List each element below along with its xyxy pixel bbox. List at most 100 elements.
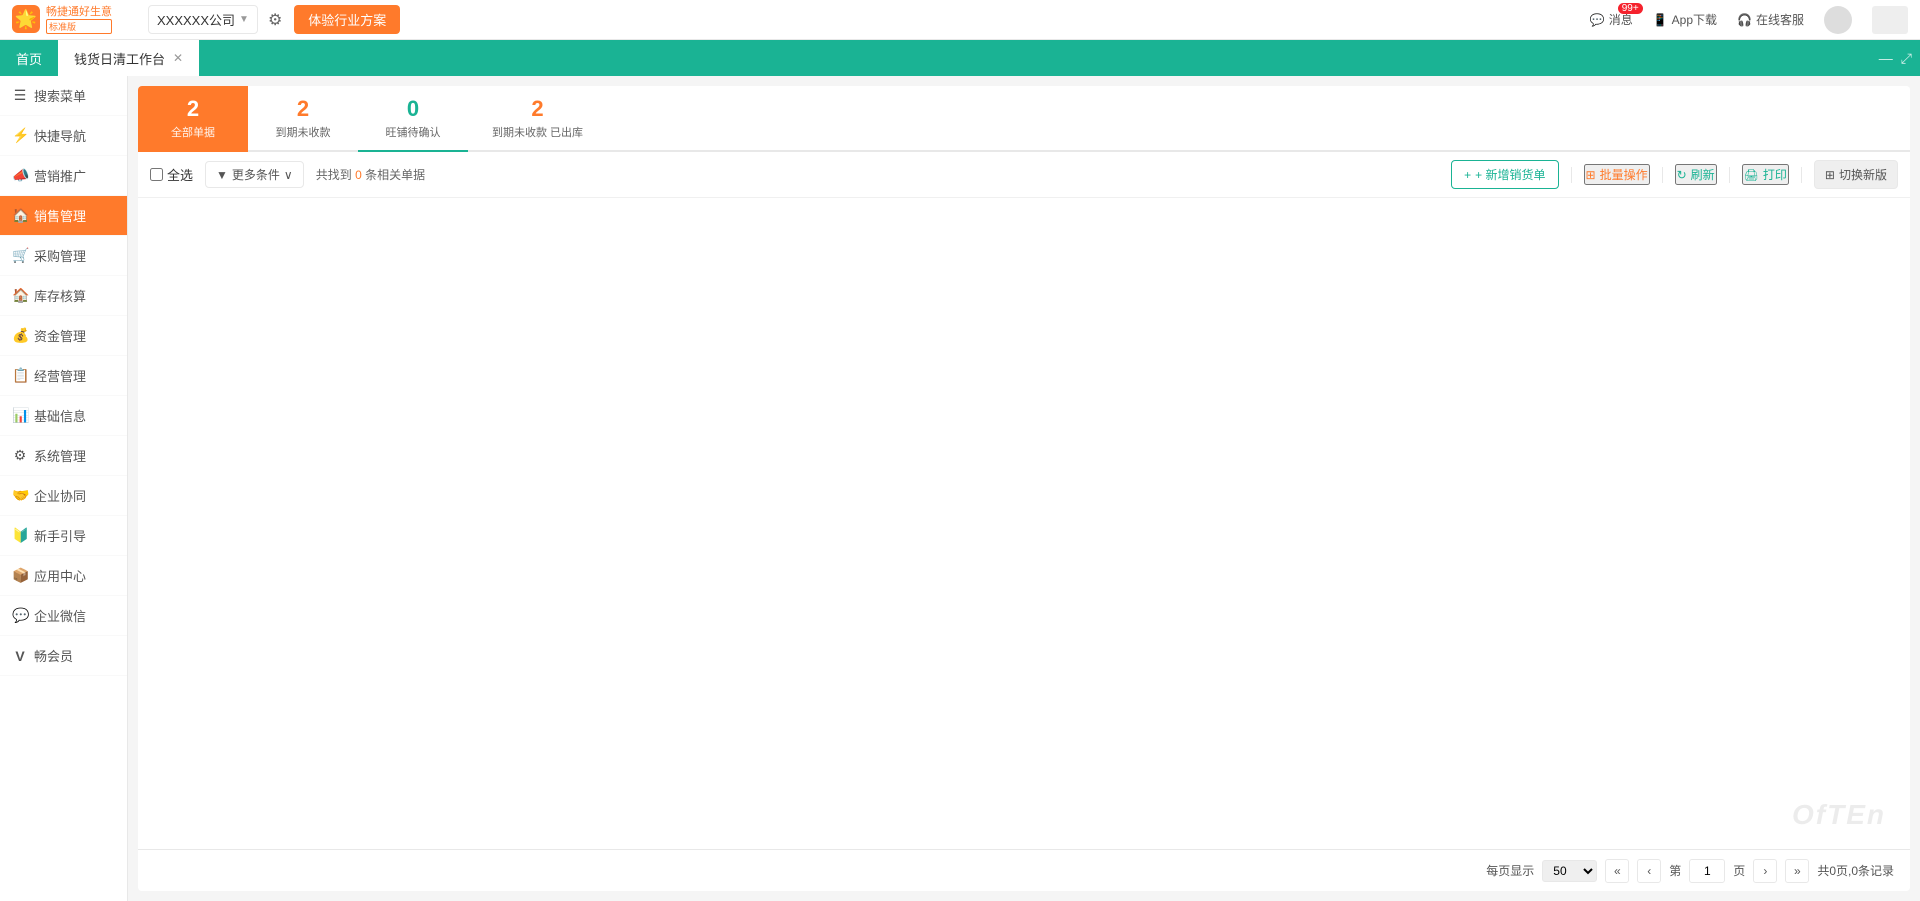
sidebar-item-inventory[interactable]: 🏠 库存核算	[0, 276, 127, 316]
app-download-icon: 📱	[1653, 13, 1668, 27]
stat-num-shipped: 2	[531, 96, 543, 122]
sidebar-item-member[interactable]: V 畅会员	[0, 636, 127, 676]
stat-num-pending: 0	[407, 96, 419, 122]
select-all-input[interactable]	[150, 168, 163, 181]
logo-icon: 🌟	[12, 5, 40, 33]
sidebar-item-operations[interactable]: 📋 经营管理	[0, 356, 127, 396]
sidebar-inventory-label: 库存核算	[34, 286, 86, 305]
select-all-checkbox[interactable]: 全选	[150, 165, 193, 184]
sidebar-item-marketing[interactable]: 📣 营销推广	[0, 156, 127, 196]
footer-pagination: 每页显示 50 100 200 « ‹ 第 页 › » 共0页,0条记录	[138, 849, 1910, 891]
refresh-icon: ↻	[1677, 168, 1687, 182]
operations-icon: 📋	[12, 367, 28, 384]
stat-tab-all[interactable]: 2 全部单据	[138, 86, 248, 152]
filter-icon: ▼	[216, 168, 228, 182]
appcenter-icon: 📦	[12, 567, 28, 584]
online-service-button[interactable]: 🎧 在线客服	[1737, 11, 1804, 28]
settings-icon[interactable]: ⚙	[268, 10, 282, 30]
first-page-button[interactable]: «	[1605, 859, 1629, 883]
sidebar-item-basicinfo[interactable]: 📊 基础信息	[0, 396, 127, 436]
header-right: 💬 消息 99+ 📱 App下载 🎧 在线客服	[1590, 6, 1908, 34]
sidebar-item-system[interactable]: ⚙ 系统管理	[0, 436, 127, 476]
sidebar-item-search[interactable]: ☰ 搜索菜单	[0, 76, 127, 116]
filter-arrow-icon: ∨	[284, 168, 293, 182]
headset-icon: 🎧	[1737, 13, 1752, 27]
logo-name: 畅捷通好生意	[46, 5, 112, 19]
company-selector[interactable]: XXXXXX公司 ▼	[148, 5, 258, 34]
page-text: 第	[1669, 862, 1681, 879]
sidebar-item-wechat[interactable]: 💬 企业微信	[0, 596, 127, 636]
workbench-tab-label: 钱货日清工作台	[74, 49, 165, 68]
sidebar-item-sales[interactable]: 🏠 销售管理	[0, 196, 127, 236]
stat-label-overdue: 到期未收款	[276, 124, 331, 140]
print-button[interactable]: 🖨 打印	[1742, 164, 1789, 185]
finance-icon: 💰	[12, 327, 28, 344]
try-industry-button[interactable]: 体验行业方案	[294, 5, 400, 34]
sidebar-newbie-label: 新手引导	[34, 526, 86, 545]
logo-tag: 标准版	[46, 19, 112, 34]
stat-num-all: 2	[187, 96, 199, 122]
system-icon: ⚙	[12, 447, 28, 464]
sidebar-wechat-label: 企业微信	[34, 606, 86, 625]
sidebar-sales-label: 销售管理	[34, 206, 86, 225]
tab-maximize-icon[interactable]: ⤢	[1901, 50, 1912, 67]
stat-tab-shipped[interactable]: 2 到期未收款 已出库	[468, 86, 607, 152]
total-info: 共0页,0条记录	[1817, 862, 1894, 879]
stat-tab-overdue[interactable]: 2 到期未收款	[248, 86, 358, 152]
user-info[interactable]	[1872, 6, 1908, 34]
sidebar-quicknav-label: 快捷导航	[34, 126, 86, 145]
sidebar-item-quicknav[interactable]: ⚡ 快捷导航	[0, 116, 127, 156]
refresh-button[interactable]: ↻ 刷新	[1675, 164, 1717, 185]
prev-page-button[interactable]: ‹	[1637, 859, 1661, 883]
flash-icon: ⚡	[12, 127, 28, 144]
next-page-button[interactable]: ›	[1753, 859, 1777, 883]
divider2	[1662, 167, 1663, 183]
tab-minimize-icon[interactable]: —	[1879, 50, 1893, 66]
found-prefix: 共找到	[316, 168, 352, 182]
per-page-label: 每页显示	[1486, 862, 1534, 879]
switch-version-button[interactable]: ⊞ 切换新版	[1814, 160, 1898, 189]
switch-icon: ⊞	[1825, 168, 1835, 182]
filter-label: 更多条件	[232, 166, 280, 183]
divider3	[1729, 167, 1730, 183]
batch-icon: ⊞	[1586, 168, 1596, 182]
switch-label: 切换新版	[1839, 166, 1887, 183]
add-sale-order-button[interactable]: + + 新增销货单	[1451, 160, 1558, 189]
app-download-button[interactable]: 📱 App下载	[1653, 11, 1717, 28]
stats-tabs: 2 全部单据 2 到期未收款 0 旺铺待确认 2 到期未收款 已出库	[138, 86, 1910, 152]
stat-num-overdue: 2	[297, 96, 309, 122]
add-icon: +	[1464, 168, 1471, 182]
filter-button[interactable]: ▼ 更多条件 ∨	[205, 161, 304, 188]
sidebar-finance-label: 资金管理	[34, 326, 86, 345]
stat-tab-pending[interactable]: 0 旺铺待确认	[358, 86, 468, 152]
refresh-label: 刷新	[1691, 166, 1715, 183]
per-page-select[interactable]: 50 100 200	[1542, 860, 1597, 882]
toolbar: 全选 ▼ 更多条件 ∨ 共找到 0 条相关单据 + + 新增销货单	[138, 152, 1910, 198]
page-text2: 页	[1733, 862, 1745, 879]
sidebar: ☰ 搜索菜单 ⚡ 快捷导航 📣 营销推广 🏠 销售管理 🛒 采购管理 🏠 库存核…	[0, 76, 128, 901]
found-suffix: 条相关单据	[365, 168, 425, 182]
sidebar-marketing-label: 营销推广	[34, 166, 86, 185]
sidebar-item-enterprise[interactable]: 🤝 企业协同	[0, 476, 127, 516]
logo-area: 🌟 畅捷通好生意 标准版	[12, 5, 140, 34]
sidebar-item-purchase[interactable]: 🛒 采购管理	[0, 236, 127, 276]
tab-close-icon[interactable]: ✕	[173, 51, 183, 65]
batch-operation-button[interactable]: ⊞ 批量操作	[1584, 164, 1650, 185]
sidebar-search-label: 搜索菜单	[34, 86, 86, 105]
sidebar-appcenter-label: 应用中心	[34, 566, 86, 585]
company-arrow-icon: ▼	[239, 14, 249, 25]
current-page-input[interactable]	[1689, 859, 1725, 883]
message-button[interactable]: 💬 消息 99+	[1590, 11, 1633, 28]
batch-label: 批量操作	[1600, 166, 1648, 183]
company-name: XXXXXX公司	[157, 10, 235, 29]
inventory-icon: 🏠	[12, 287, 28, 304]
tab-workbench[interactable]: 钱货日清工作台 ✕	[58, 40, 199, 76]
tab-home[interactable]: 首页	[0, 40, 58, 76]
found-count: 0	[355, 168, 362, 182]
sidebar-item-appcenter[interactable]: 📦 应用中心	[0, 556, 127, 596]
sidebar-item-newbie[interactable]: 🔰 新手引导	[0, 516, 127, 556]
member-icon: V	[12, 648, 28, 664]
sidebar-item-finance[interactable]: 💰 资金管理	[0, 316, 127, 356]
last-page-button[interactable]: »	[1785, 859, 1809, 883]
avatar[interactable]	[1824, 6, 1852, 34]
